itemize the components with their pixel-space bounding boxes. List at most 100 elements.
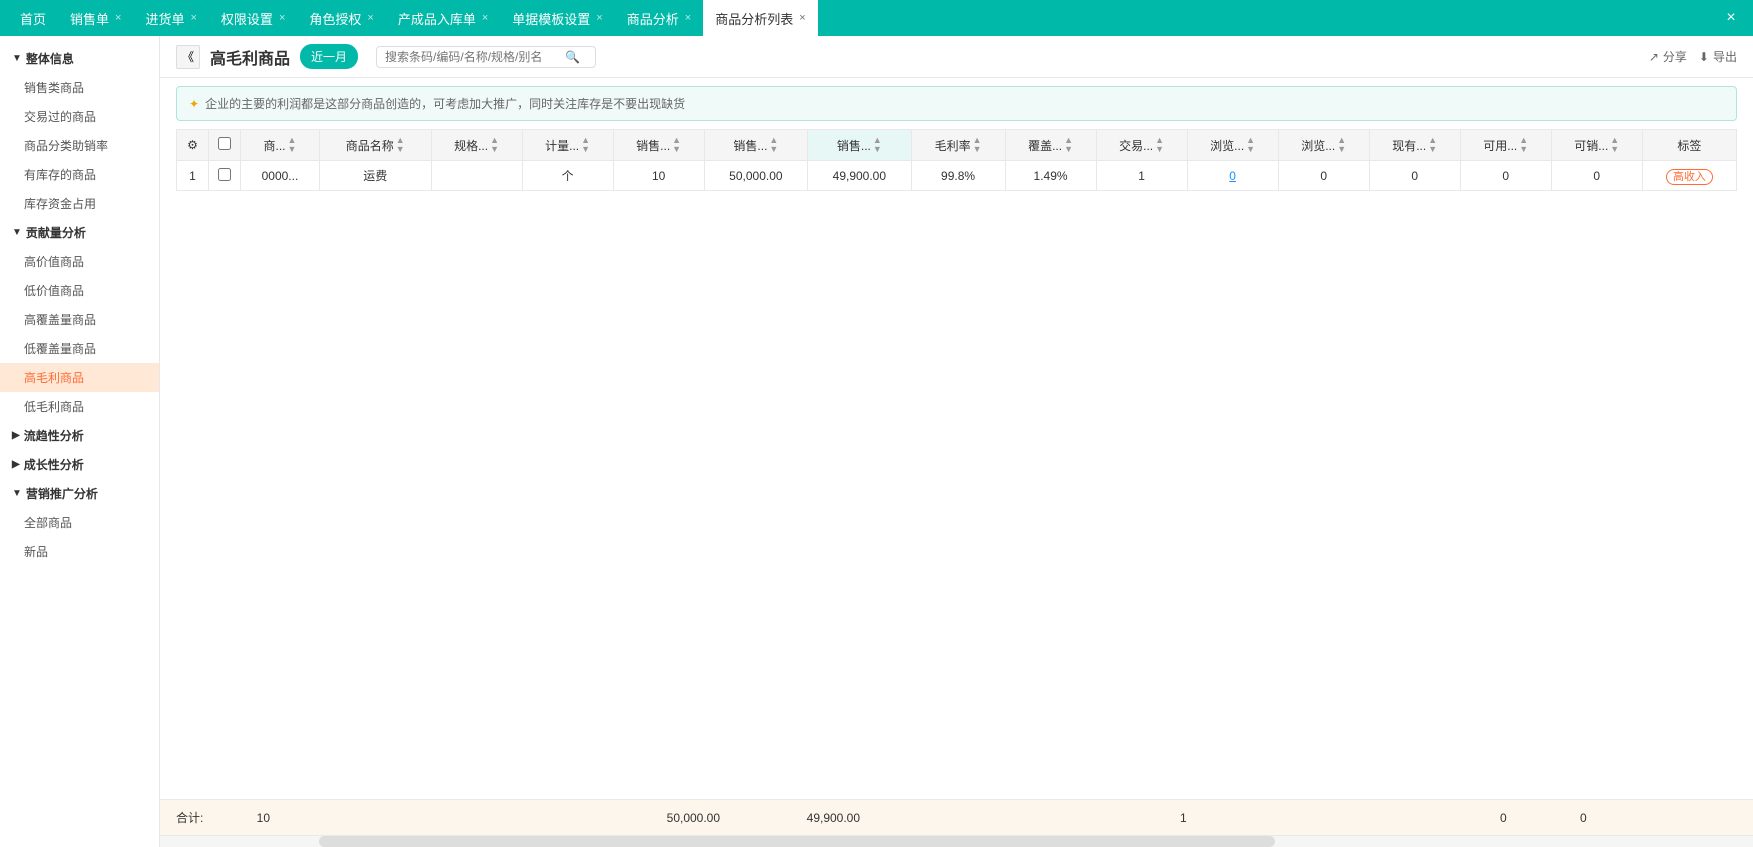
- sidebar-item-all-goods[interactable]: 全部商品: [0, 508, 159, 537]
- nav-sales-order[interactable]: 销售单 ×: [58, 0, 133, 36]
- close-purchase-order[interactable]: ×: [190, 12, 196, 24]
- sidebar-item-stock-capital[interactable]: 库存资金占用: [0, 189, 159, 218]
- sort-name[interactable]: ▲▼: [396, 136, 405, 154]
- sort-available[interactable]: ▲▼: [1519, 136, 1528, 154]
- sort-unit[interactable]: ▲▼: [581, 136, 590, 154]
- sort-browse2[interactable]: ▲▼: [1337, 136, 1346, 154]
- nav-role-auth[interactable]: 角色授权 ×: [297, 0, 385, 36]
- sidebar-section-contribution[interactable]: ▼ 贡献量分析: [0, 218, 159, 247]
- close-sales-order[interactable]: ×: [115, 12, 121, 24]
- close-window-button[interactable]: ×: [1717, 4, 1745, 32]
- close-role-auth[interactable]: ×: [367, 12, 373, 24]
- cell-sales1: 10: [613, 161, 704, 191]
- filter-recent-month-button[interactable]: 近一月: [300, 44, 358, 69]
- footer-sales1: 10: [223, 811, 303, 825]
- sort-spec[interactable]: ▲▼: [490, 136, 499, 154]
- sidebar-item-sales-goods[interactable]: 销售类商品: [0, 73, 159, 102]
- col-sales3[interactable]: 销售... ▲▼: [808, 130, 911, 161]
- sidebar-item-high-coverage[interactable]: 高覆盖量商品: [0, 305, 159, 334]
- checkbox-col-header[interactable]: [209, 130, 241, 161]
- page-title: 高毛利商品: [210, 45, 290, 69]
- footer-total: 合计: 10 50,000.00 49,900.00 1 0 0: [160, 799, 1753, 835]
- sort-current[interactable]: ▲▼: [1428, 136, 1437, 154]
- sidebar: ▼ 整体信息 销售类商品 交易过的商品 商品分类助销率 有库存的商品 库存资金占…: [0, 36, 160, 847]
- col-transactions[interactable]: 交易... ▲▼: [1096, 130, 1187, 161]
- nav-product-stock[interactable]: 产成品入库单 ×: [386, 0, 500, 36]
- close-goods-analysis[interactable]: ×: [685, 12, 691, 24]
- nav-goods-analysis[interactable]: 商品分析 ×: [615, 0, 703, 36]
- arrow-marketing: ▼: [12, 488, 22, 499]
- browse1-link[interactable]: 0: [1229, 169, 1236, 183]
- col-name[interactable]: 商品名称 ▲▼: [319, 130, 431, 161]
- close-permission-settings[interactable]: ×: [279, 12, 285, 24]
- sidebar-item-new-goods[interactable]: 新品: [0, 537, 159, 566]
- horizontal-scrollbar[interactable]: [160, 835, 1753, 847]
- col-available[interactable]: 可用... ▲▼: [1460, 130, 1551, 161]
- col-gross-rate[interactable]: 毛利率 ▲▼: [911, 130, 1005, 161]
- nav-home[interactable]: 首页: [8, 0, 58, 36]
- sidebar-item-traded-goods[interactable]: 交易过的商品: [0, 102, 159, 131]
- settings-col-header[interactable]: ⚙: [177, 130, 209, 161]
- sidebar-item-high-value[interactable]: 高价值商品: [0, 247, 159, 276]
- close-template-settings[interactable]: ×: [596, 12, 602, 24]
- arrow-trend: ▶: [12, 430, 20, 441]
- col-current[interactable]: 现有... ▲▼: [1369, 130, 1460, 161]
- col-spec[interactable]: 规格... ▲▼: [431, 130, 522, 161]
- export-icon: ⬇: [1699, 50, 1709, 64]
- sidebar-section-trend[interactable]: ▶ 流趋性分析: [0, 421, 159, 450]
- col-sales2[interactable]: 销售... ▲▼: [704, 130, 807, 161]
- col-code[interactable]: 商... ▲▼: [241, 130, 320, 161]
- select-all-checkbox[interactable]: [218, 137, 231, 150]
- sort-gross-rate[interactable]: ▲▼: [973, 136, 982, 154]
- sidebar-item-low-margin[interactable]: 低毛利商品: [0, 392, 159, 421]
- close-goods-analysis-list[interactable]: ×: [799, 12, 805, 24]
- col-browse2[interactable]: 浏览... ▲▼: [1278, 130, 1369, 161]
- cell-browse2: 0: [1278, 161, 1369, 191]
- table-container[interactable]: ⚙ 商... ▲▼ 商品名称: [160, 129, 1753, 799]
- footer-current: 0: [1463, 811, 1543, 825]
- settings-icon[interactable]: ⚙: [187, 138, 198, 152]
- sort-sales3[interactable]: ▲▼: [873, 136, 882, 154]
- share-button[interactable]: ↗ 分享: [1649, 48, 1687, 65]
- col-tag[interactable]: 标签: [1642, 130, 1736, 161]
- search-box[interactable]: 🔍: [376, 46, 596, 68]
- col-saleable[interactable]: 可销... ▲▼: [1551, 130, 1642, 161]
- sidebar-item-low-value[interactable]: 低价值商品: [0, 276, 159, 305]
- sidebar-section-growth[interactable]: ▶ 成长性分析: [0, 450, 159, 479]
- cell-index: 1: [177, 161, 209, 191]
- col-coverage[interactable]: 覆盖... ▲▼: [1005, 130, 1096, 161]
- export-button[interactable]: ⬇ 导出: [1699, 48, 1737, 65]
- sidebar-item-high-margin[interactable]: 高毛利商品: [0, 363, 159, 392]
- close-product-stock[interactable]: ×: [482, 12, 488, 24]
- scrollbar-thumb[interactable]: [319, 836, 1275, 847]
- collapse-sidebar-button[interactable]: 《: [176, 45, 200, 69]
- col-sales1[interactable]: 销售... ▲▼: [613, 130, 704, 161]
- cell-name: 运费: [319, 161, 431, 191]
- col-browse1[interactable]: 浏览... ▲▼: [1187, 130, 1278, 161]
- nav-permission-settings[interactable]: 权限设置 ×: [209, 0, 297, 36]
- nav-purchase-order[interactable]: 进货单 ×: [133, 0, 208, 36]
- sort-transactions[interactable]: ▲▼: [1155, 136, 1164, 154]
- sidebar-item-stock-goods[interactable]: 有库存的商品: [0, 160, 159, 189]
- nav-template-settings[interactable]: 单据模板设置 ×: [500, 0, 614, 36]
- search-icon[interactable]: 🔍: [565, 50, 580, 64]
- cell-checkbox[interactable]: [209, 161, 241, 191]
- nav-goods-analysis-list[interactable]: 商品分析列表 ×: [703, 0, 817, 36]
- sort-code[interactable]: ▲▼: [288, 136, 297, 154]
- search-input[interactable]: [385, 50, 565, 64]
- table-row: 1 0000... 运费 个 10 50,000.00 49,900.00 99…: [177, 161, 1737, 191]
- sidebar-item-category-ratio[interactable]: 商品分类助销率: [0, 131, 159, 160]
- sort-browse1[interactable]: ▲▼: [1246, 136, 1255, 154]
- top-navigation: 首页 销售单 × 进货单 × 权限设置 × 角色授权 × 产成品入库单 × 单据…: [0, 0, 1753, 36]
- sort-sales2[interactable]: ▲▼: [769, 136, 778, 154]
- col-unit[interactable]: 计量... ▲▼: [522, 130, 613, 161]
- row-checkbox[interactable]: [218, 168, 231, 181]
- sort-sales1[interactable]: ▲▼: [672, 136, 681, 154]
- sidebar-section-marketing[interactable]: ▼ 营销推广分析: [0, 479, 159, 508]
- sort-saleable[interactable]: ▲▼: [1610, 136, 1619, 154]
- cell-browse1[interactable]: 0: [1187, 161, 1278, 191]
- sort-coverage[interactable]: ▲▼: [1064, 136, 1073, 154]
- content-area: 《 高毛利商品 近一月 🔍 ↗ 分享 ⬇ 导出 ✦ 企业的主要的利润都是这部: [160, 36, 1753, 847]
- sidebar-item-low-coverage[interactable]: 低覆盖量商品: [0, 334, 159, 363]
- sidebar-section-overall[interactable]: ▼ 整体信息: [0, 44, 159, 73]
